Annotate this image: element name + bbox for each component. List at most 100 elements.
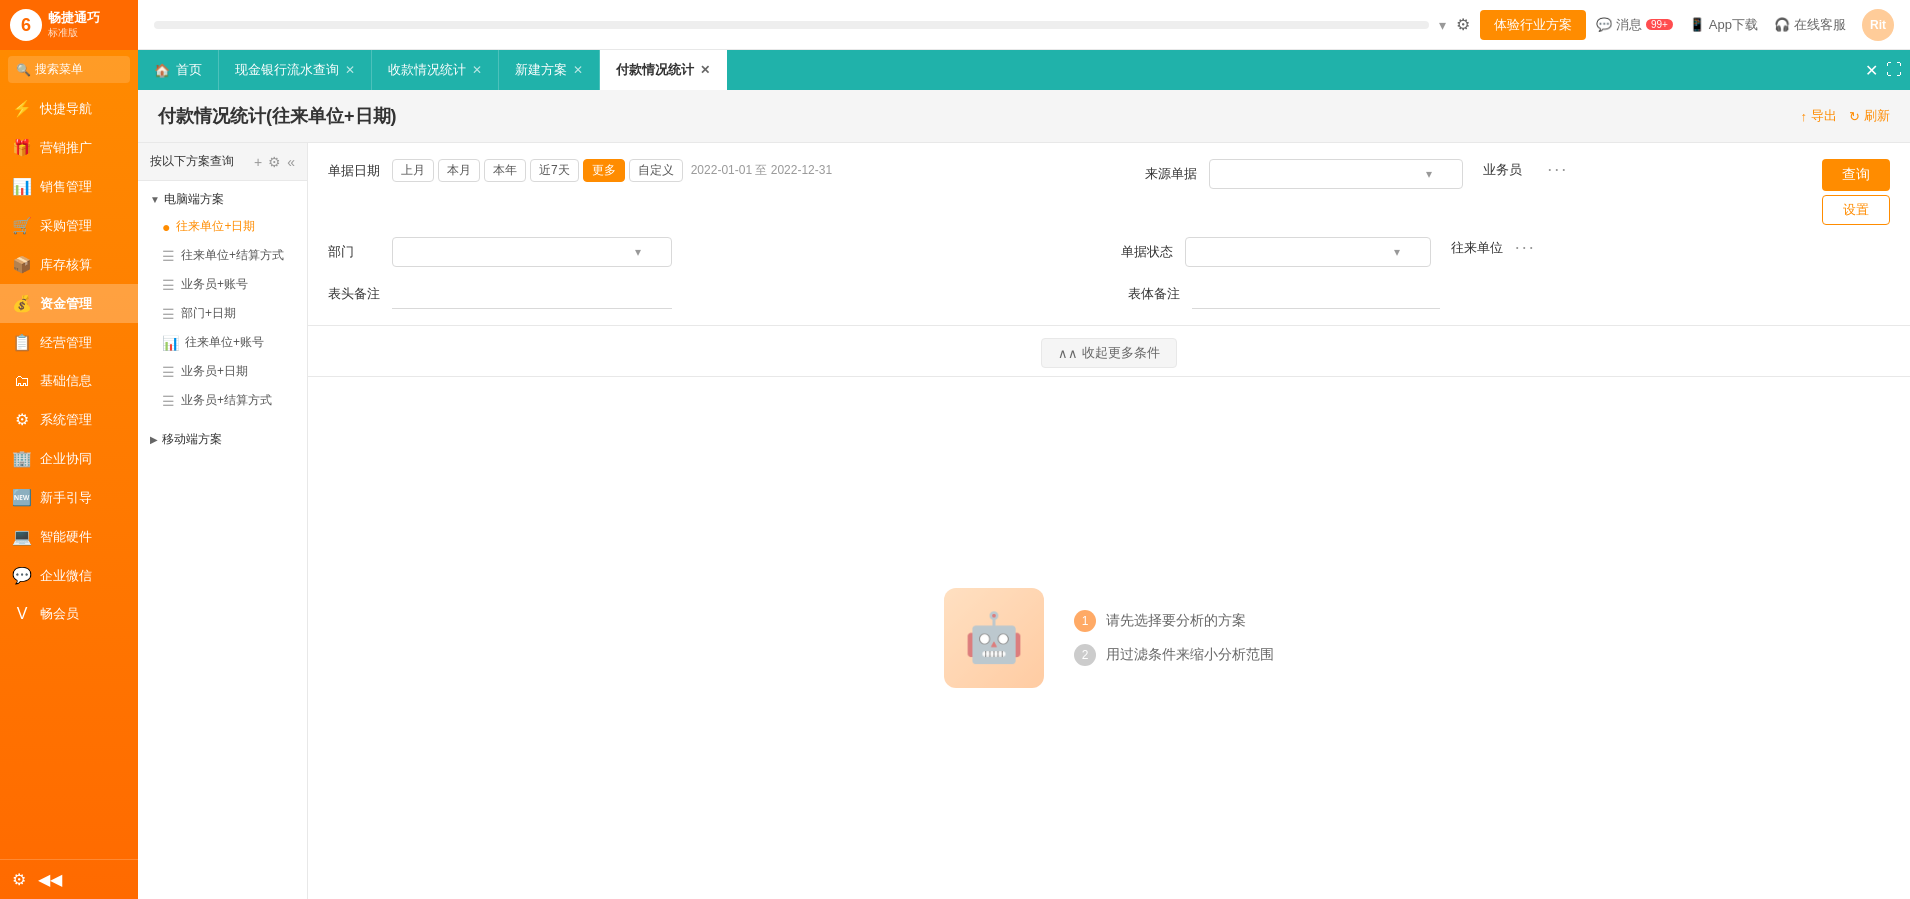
top-header: ▾ ⚙ 体验行业方案 💬 消息 99+ 📱 App下载 🎧 在线客服 Rit <box>138 0 1910 50</box>
filter-area: 单据日期 上月 本月 本年 近7天 更多 自定义 2022-01-01 至 20… <box>308 143 1910 326</box>
sidebar-item-sales[interactable]: 📊 销售管理 <box>0 167 138 206</box>
messages-button[interactable]: 💬 消息 99+ <box>1596 16 1673 34</box>
download-icon: 📱 <box>1689 17 1705 32</box>
doc-status-filter-group: 单据状态 ▾ <box>1121 237 1430 267</box>
user-dropdown-icon[interactable]: ▾ <box>1439 17 1446 33</box>
system-icon: ⚙ <box>12 410 32 429</box>
date-last-7-days[interactable]: 近7天 <box>530 159 579 182</box>
page-content: 付款情况统计(往来单位+日期) ↑ 导出 ↻ 刷新 按以下方案查询 + <box>138 90 1910 899</box>
date-this-month[interactable]: 本月 <box>438 159 480 182</box>
sidebar-item-enterprise[interactable]: 🏢 企业协同 <box>0 439 138 478</box>
sidebar-item-capital[interactable]: 💰 资金管理 <box>0 284 138 323</box>
tab-close-payment-stats[interactable]: ✕ <box>700 63 710 77</box>
scheme-collapse-icon[interactable]: « <box>287 154 295 170</box>
scheme-header-actions: + ⚙ « <box>254 154 295 170</box>
partner-filter-dots[interactable]: ··· <box>1515 237 1536 258</box>
doc-status-label: 单据状态 <box>1121 243 1177 261</box>
tab-bar: 🏠 首页 现金银行流水查询 ✕ 收款情况统计 ✕ 新建方案 ✕ 付款情况统计 ✕… <box>138 50 1910 90</box>
tab-payment-stats[interactable]: 付款情况统计 ✕ <box>600 50 727 90</box>
scheme-item-dept-date[interactable]: ☰ 部门+日期 <box>138 299 307 328</box>
tab-bank-flow[interactable]: 现金银行流水查询 ✕ <box>219 50 372 90</box>
search-menu[interactable]: 🔍 搜索菜单 <box>8 56 130 83</box>
body-note-input[interactable] <box>1192 279 1440 309</box>
staff-filter-dots[interactable]: ··· <box>1547 159 1568 180</box>
scheme-add-icon[interactable]: + <box>254 154 262 170</box>
main-area: ▾ ⚙ 体验行业方案 💬 消息 99+ 📱 App下载 🎧 在线客服 Rit <box>138 0 1910 899</box>
export-button[interactable]: ↑ 导出 <box>1801 107 1838 125</box>
membership-icon: V <box>12 605 32 623</box>
sidebar-item-membership[interactable]: V 畅会员 <box>0 595 138 633</box>
empty-state-inner: 🤖 1 请先选择要分析的方案 2 用过滤条件来缩小分析范围 <box>944 588 1274 688</box>
sidebar-item-smart-hardware[interactable]: 💻 智能硬件 <box>0 517 138 556</box>
source-select[interactable]: ▾ <box>1209 159 1464 189</box>
sidebar-item-inventory[interactable]: 📦 库存核算 <box>0 245 138 284</box>
sidebar-item-guide[interactable]: 🆕 新手引导 <box>0 478 138 517</box>
operations-icon: 📋 <box>12 333 32 352</box>
refresh-button[interactable]: ↻ 刷新 <box>1849 107 1890 125</box>
empty-state: 🤖 1 请先选择要分析的方案 2 用过滤条件来缩小分析范围 <box>308 377 1910 899</box>
sales-icon: 📊 <box>12 177 32 196</box>
empty-hints: 1 请先选择要分析的方案 2 用过滤条件来缩小分析范围 <box>1074 610 1274 666</box>
user-avatar[interactable]: Rit <box>1862 9 1894 41</box>
inventory-icon: 📦 <box>12 255 32 274</box>
scheme-settings-icon[interactable]: ⚙ <box>268 154 281 170</box>
sidebar-footer: ⚙ ◀◀ <box>0 859 138 899</box>
trial-button[interactable]: 体验行业方案 <box>1480 10 1586 40</box>
sidebar-item-quick-nav[interactable]: ⚡ 快捷导航 <box>0 89 138 128</box>
tab-close-new-scheme[interactable]: ✕ <box>573 63 583 77</box>
section-arrow-down: ▼ <box>150 194 160 205</box>
scheme-header-label: 按以下方案查询 <box>150 153 234 170</box>
dept-select[interactable]: ▾ <box>392 237 672 267</box>
collapse-row: ∧∧ 收起更多条件 <box>308 326 1910 377</box>
scheme-item-partner-settlement[interactable]: ☰ 往来单位+结算方式 <box>138 241 307 270</box>
header-note-input[interactable] <box>392 279 672 309</box>
query-button[interactable]: 查询 <box>1822 159 1890 191</box>
source-filter-group: 来源单据 ▾ <box>1145 159 1464 189</box>
tab-home[interactable]: 🏠 首页 <box>138 50 219 90</box>
dept-filter-label: 部门 <box>328 243 384 261</box>
sidebar-item-marketing[interactable]: 🎁 营销推广 <box>0 128 138 167</box>
scheme-active-icon: ● <box>162 219 170 235</box>
mobile-section-toggle[interactable]: ▶ 移动端方案 <box>138 427 307 452</box>
collapse-button[interactable]: ∧∧ 收起更多条件 <box>1041 338 1177 368</box>
doc-status-select[interactable]: ▾ <box>1185 237 1430 267</box>
scheme-item-partner-account[interactable]: 📊 往来单位+账号 <box>138 328 307 357</box>
date-custom[interactable]: 自定义 <box>629 159 683 182</box>
scheme-icon-5: ☰ <box>162 393 175 409</box>
sidebar-item-purchase[interactable]: 🛒 采购管理 <box>0 206 138 245</box>
body-note-group: 表体备注 <box>1128 279 1440 309</box>
date-this-year[interactable]: 本年 <box>484 159 526 182</box>
sidebar-settings-icon[interactable]: ⚙ <box>12 870 26 889</box>
sidebar-item-basic-info[interactable]: 🗂 基础信息 <box>0 362 138 400</box>
date-filter-label: 单据日期 <box>328 162 384 180</box>
scheme-item-partner-date[interactable]: ● 往来单位+日期 <box>138 212 307 241</box>
date-last-month[interactable]: 上月 <box>392 159 434 182</box>
scheme-item-staff-settlement[interactable]: ☰ 业务员+结算方式 <box>138 386 307 415</box>
sidebar-collapse-icon[interactable]: ◀◀ <box>38 870 62 889</box>
section-arrow-right: ▶ <box>150 434 158 445</box>
scheme-panel-header: 按以下方案查询 + ⚙ « <box>138 143 307 181</box>
sidebar-item-system[interactable]: ⚙ 系统管理 <box>0 400 138 439</box>
tab-close-receipt-stats[interactable]: ✕ <box>472 63 482 77</box>
sidebar-item-operations[interactable]: 📋 经营管理 <box>0 323 138 362</box>
header-settings-icon[interactable]: ⚙ <box>1456 15 1470 34</box>
tab-new-scheme[interactable]: 新建方案 ✕ <box>499 50 600 90</box>
enterprise-icon: 🏢 <box>12 449 32 468</box>
app-download-button[interactable]: 📱 App下载 <box>1689 16 1758 34</box>
scheme-icon-3: 📊 <box>162 335 179 351</box>
desktop-section-toggle[interactable]: ▼ 电脑端方案 <box>138 187 307 212</box>
empty-hint-2: 2 用过滤条件来缩小分析范围 <box>1074 644 1274 666</box>
online-service-button[interactable]: 🎧 在线客服 <box>1774 16 1846 34</box>
close-all-tabs-icon[interactable]: ✕ <box>1865 61 1878 80</box>
settings-button[interactable]: 设置 <box>1822 195 1890 225</box>
sidebar-item-wechat[interactable]: 💬 企业微信 <box>0 556 138 595</box>
partner-filter-group: 往来单位 ··· <box>1451 237 1760 258</box>
tab-receipt-stats[interactable]: 收款情况统计 ✕ <box>372 50 499 90</box>
expand-icon[interactable]: ⛶ <box>1886 61 1902 79</box>
date-more[interactable]: 更多 <box>583 159 625 182</box>
scheme-item-staff-account[interactable]: ☰ 业务员+账号 <box>138 270 307 299</box>
user-selector[interactable] <box>154 21 1429 29</box>
marketing-icon: 🎁 <box>12 138 32 157</box>
tab-close-bank-flow[interactable]: ✕ <box>345 63 355 77</box>
scheme-item-staff-date[interactable]: ☰ 业务员+日期 <box>138 357 307 386</box>
